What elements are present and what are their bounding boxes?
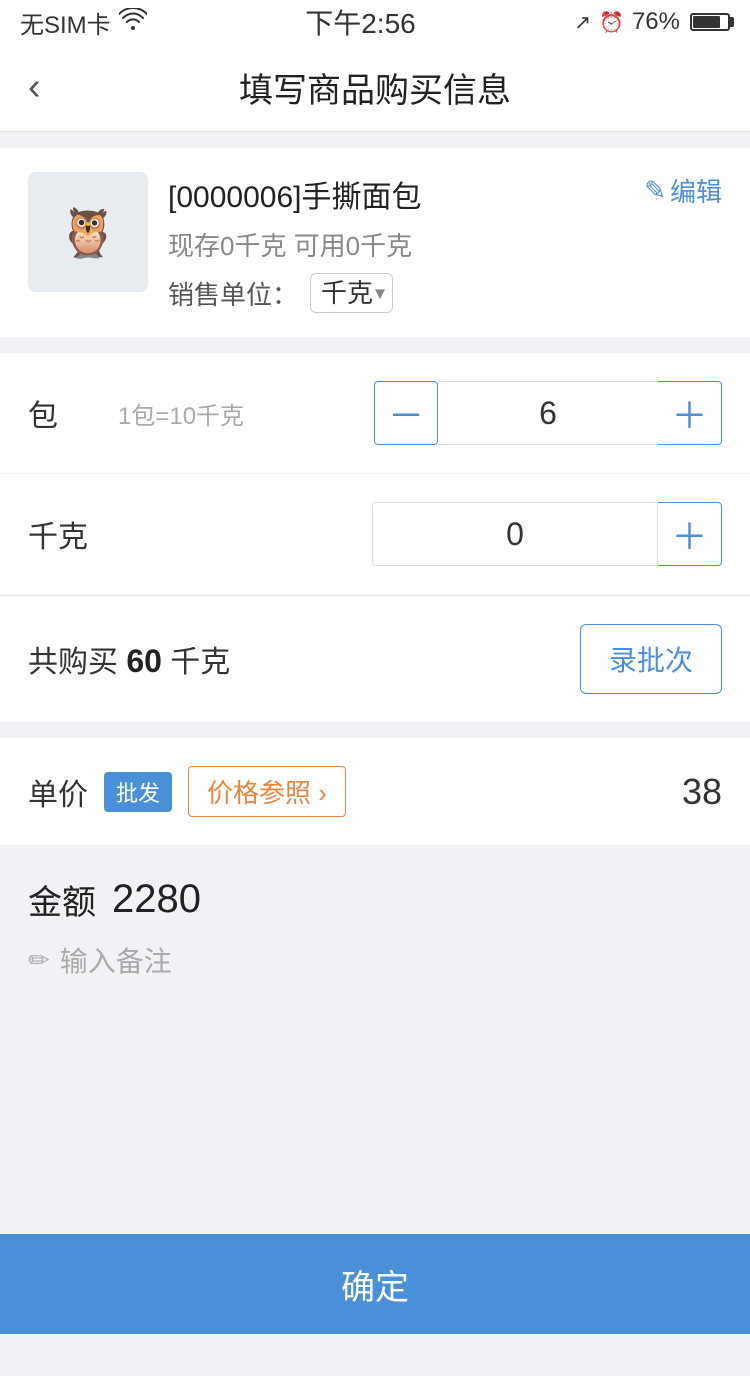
alarm-icon: ⏰: [599, 10, 624, 35]
location-icon: ↗: [574, 10, 591, 35]
package-plus-button[interactable]: ＋: [658, 381, 722, 445]
note-row[interactable]: ✏ 输入备注: [28, 940, 722, 980]
nav-bar: ‹ 填写商品购买信息: [0, 44, 750, 132]
status-bar: 无SIM卡 下午2:56 ↗ ⏰ 76%: [0, 0, 750, 44]
total-text: 共购买 60 千克: [28, 637, 230, 681]
kg-quantity-input[interactable]: [372, 502, 658, 566]
battery-icon: [690, 13, 730, 31]
status-right: ↗ ⏰ 76%: [574, 8, 730, 36]
package-sub-label: 1包=10千克: [118, 396, 374, 431]
product-image: 🦉: [28, 172, 148, 292]
kg-quantity-control: ＋: [372, 502, 722, 566]
price-ref-label: 价格参照 ›: [207, 773, 327, 810]
battery-label: 76%: [632, 8, 680, 36]
total-row: 共购买 60 千克 录批次: [0, 595, 750, 722]
batch-button[interactable]: 录批次: [580, 624, 722, 694]
unit-select[interactable]: 千克 包: [310, 273, 393, 313]
back-button[interactable]: ‹: [28, 66, 41, 109]
confirm-button[interactable]: 确定: [341, 1260, 409, 1309]
input-section: 包 1包=10千克 － ＋ 千克 ＋ 共购买 60 千克 录批次: [0, 353, 750, 722]
total-prefix: 共购买: [28, 646, 118, 679]
pencil-icon: ✏: [28, 945, 50, 976]
product-info: [0000006]手撕面包 现存0千克 可用0千克 销售单位： 千克 包: [168, 172, 722, 313]
edit-icon: ✎: [644, 175, 666, 206]
wifi-icon: [119, 8, 147, 37]
edit-button[interactable]: ✎ 编辑: [644, 172, 722, 209]
price-ref-button[interactable]: 价格参照 ›: [188, 766, 346, 817]
unit-select-wrap[interactable]: 千克 包: [310, 273, 393, 313]
price-section: 单价 批发 价格参照 › 38: [0, 738, 750, 845]
time-label: 下午2:56: [305, 2, 416, 42]
unit-label: 销售单位：: [168, 275, 298, 312]
amount-label: 金额: [28, 875, 96, 924]
kg-plus-button[interactable]: ＋: [658, 502, 722, 566]
total-unit: 千克: [170, 646, 230, 679]
status-left: 无SIM卡: [20, 5, 147, 40]
price-row: 单价 批发 价格参照 › 38: [28, 766, 722, 817]
note-placeholder: 输入备注: [60, 940, 172, 980]
amount-row: 金额 2280: [28, 875, 722, 924]
package-minus-button[interactable]: －: [374, 381, 438, 445]
price-value: 38: [682, 771, 722, 813]
price-label: 单价: [28, 770, 88, 814]
confirm-bar[interactable]: 确定: [0, 1234, 750, 1334]
product-name: [0000006]手撕面包: [168, 172, 722, 216]
product-unit-row: 销售单位： 千克 包: [168, 273, 722, 313]
product-logo: 🦉: [58, 204, 118, 261]
edit-label: 编辑: [670, 172, 722, 209]
amount-section: 金额 2280 ✏ 输入备注: [0, 847, 750, 996]
page-title: 填写商品购买信息: [239, 63, 511, 112]
package-label: 包: [28, 391, 108, 435]
total-amount: 60: [126, 643, 162, 679]
kg-label: 千克: [28, 512, 108, 556]
package-quantity-input[interactable]: [438, 381, 658, 445]
amount-value: 2280: [112, 877, 201, 922]
carrier-label: 无SIM卡: [20, 5, 111, 40]
kg-row: 千克 ＋: [0, 474, 750, 595]
product-stock: 现存0千克 可用0千克: [168, 226, 722, 263]
package-row: 包 1包=10千克 － ＋: [0, 353, 750, 474]
batch-badge: 批发: [104, 772, 172, 812]
product-section: 🦉 [0000006]手撕面包 现存0千克 可用0千克 销售单位： 千克 包 ✎…: [0, 148, 750, 337]
package-quantity-control: － ＋: [374, 381, 722, 445]
